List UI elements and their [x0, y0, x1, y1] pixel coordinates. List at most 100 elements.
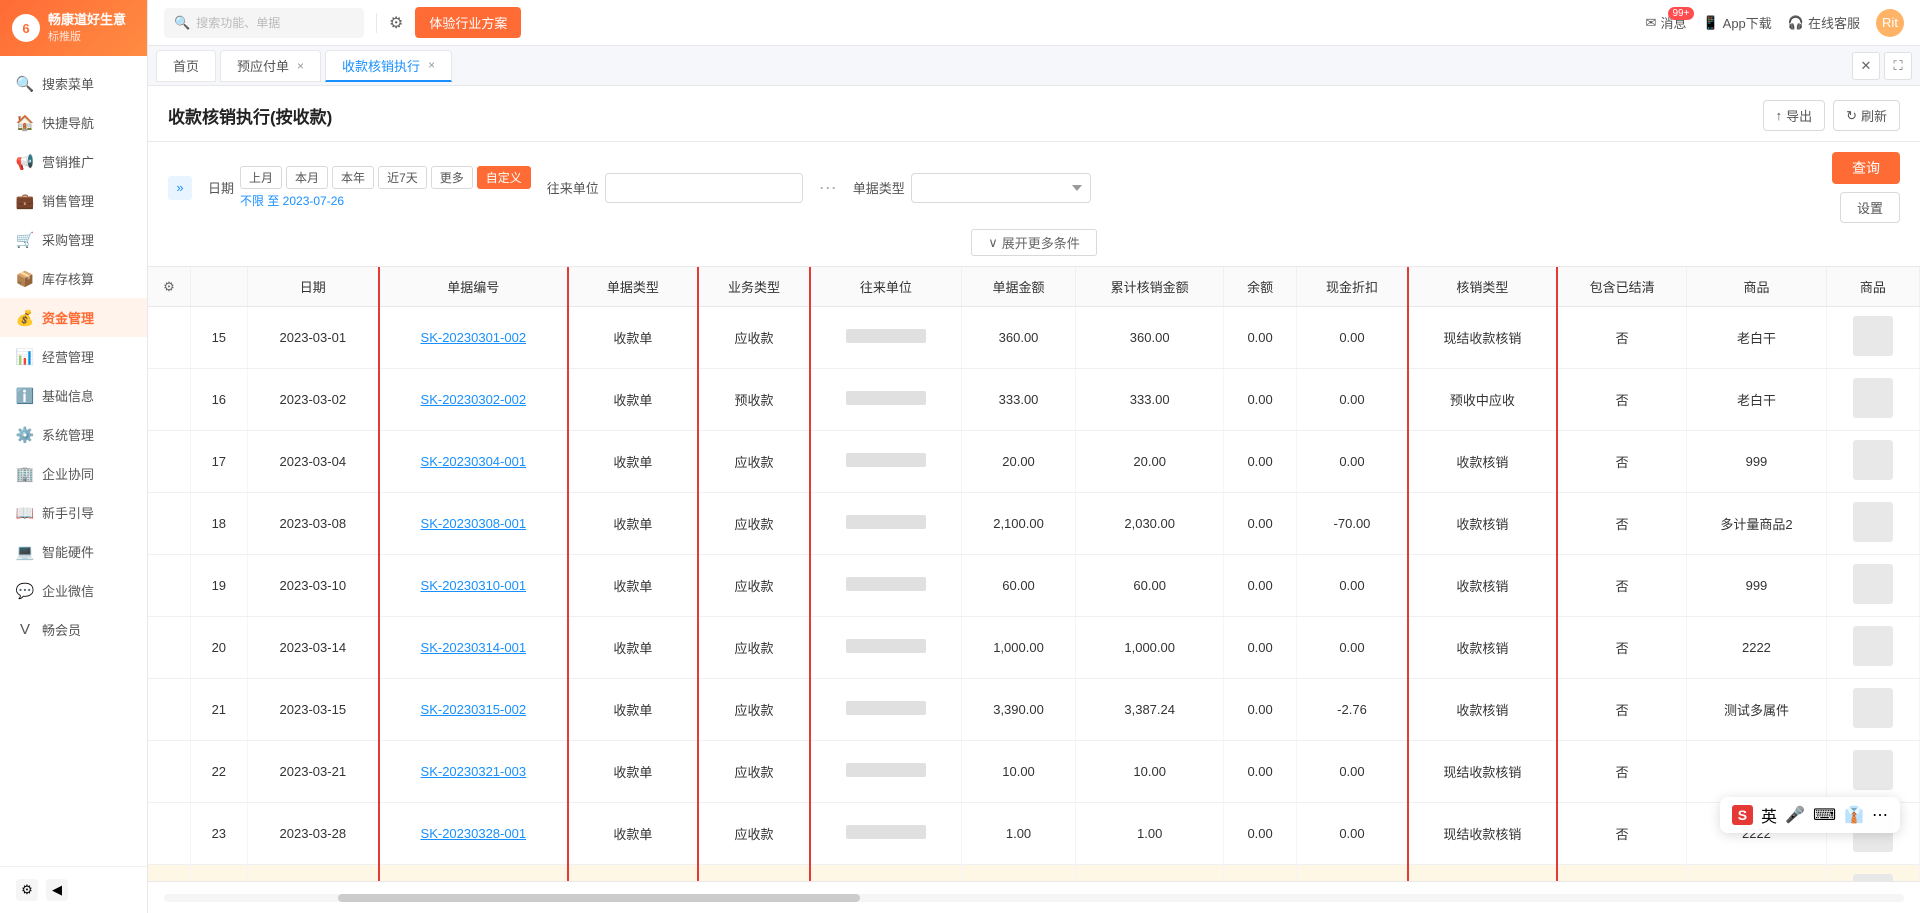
column-settings-icon[interactable]: ⚙: [160, 278, 178, 296]
table-row: 24 2023-03-28 SK-20230328-002 收款单 应收款 1.…: [148, 865, 1920, 882]
col-amount-cell: 333.00: [961, 369, 1076, 431]
custom-date-btn[interactable]: 自定义: [477, 166, 531, 189]
scroll-thumb[interactable]: [338, 894, 860, 902]
col-balance-cell: 0.00: [1224, 369, 1297, 431]
bill-no-link[interactable]: SK-20230321-003: [421, 764, 527, 779]
col-partner-cell: [810, 307, 961, 369]
expand-more-button[interactable]: ∨ 展开更多条件: [971, 229, 1097, 256]
last-7days-btn[interactable]: 近7天: [378, 166, 427, 189]
sidebar-item-label-system: 系统管理: [42, 425, 94, 444]
col-biz-type-cell: 应收款: [698, 617, 810, 679]
sidebar-item-label-basic: 基础信息: [42, 386, 94, 405]
sidebar-item-sales[interactable]: 💼 销售管理: [0, 181, 147, 220]
sidebar-item-enterprise[interactable]: 🏢 企业协同: [0, 454, 147, 493]
sidebar-item-marketing[interactable]: 📢 营销推广: [0, 142, 147, 181]
col-cash-discount-cell: 0.00: [1297, 431, 1408, 493]
ime-keyboard-icon[interactable]: ⌨: [1813, 805, 1836, 825]
partner-input[interactable]: [605, 173, 803, 203]
solution-button[interactable]: 体验行业方案: [415, 7, 521, 38]
search-input[interactable]: 🔍 搜索功能、单据: [164, 8, 364, 38]
col-goods-cell: 测试多属件: [1687, 679, 1826, 741]
table-row: 21 2023-03-15 SK-20230315-002 收款单 应收款 3,…: [148, 679, 1920, 741]
settings-icon[interactable]: ⚙: [16, 879, 38, 901]
topbar-divider: [376, 13, 377, 33]
tab-home[interactable]: 首页: [156, 50, 216, 82]
topbar-actions: ✉ 消息 99+ 📱 App下载 🎧 在线客服 Rit: [1646, 9, 1904, 37]
col-index-cell: 18: [191, 493, 248, 555]
col-balance-cell: 0.00: [1224, 865, 1297, 882]
col-bill-type-cell: 收款单: [568, 307, 699, 369]
sidebar-item-label-sales: 销售管理: [42, 191, 94, 210]
messages-action[interactable]: ✉ 消息 99+: [1646, 13, 1687, 32]
filter-dots[interactable]: ···: [819, 177, 837, 198]
bill-no-link[interactable]: SK-20230301-002: [421, 330, 527, 345]
user-avatar[interactable]: Rit: [1876, 9, 1904, 37]
sidebar-item-label-inventory: 库存核算: [42, 269, 94, 288]
filter-expand-button[interactable]: »: [168, 176, 192, 200]
app-download-action[interactable]: 📱 App下载: [1702, 13, 1771, 32]
filter-row: » 日期 上月 本月 本年 近7天 更多 自定义 不限 至 2023-07-2: [168, 152, 1900, 223]
ime-voice-icon[interactable]: 🎤: [1785, 805, 1805, 825]
ime-brand-icon: S: [1732, 805, 1753, 825]
col-include-settled-cell: 否: [1557, 431, 1687, 493]
last-month-btn[interactable]: 上月: [240, 166, 282, 189]
tab-prepay[interactable]: 预应付单×: [220, 50, 321, 82]
collapse-icon[interactable]: ◀: [46, 879, 68, 901]
content-header: 收款核销执行(按收款) ↑ 导出 ↻ 刷新: [148, 86, 1920, 142]
col-biz-type-cell: 应收款: [698, 555, 810, 617]
more-date-btn[interactable]: 更多: [431, 166, 473, 189]
sidebar-item-system[interactable]: ⚙️ 系统管理: [0, 415, 147, 454]
tab-collection[interactable]: 收款核销执行×: [325, 50, 452, 82]
horizontal-scrollbar[interactable]: [164, 894, 1904, 902]
sidebar-item-finance[interactable]: 💰 资金管理: [0, 298, 147, 337]
sidebar-item-icon-quick: 🏠: [16, 114, 34, 132]
export-button[interactable]: ↑ 导出: [1763, 100, 1826, 131]
tab-fullscreen-button[interactable]: ⛶: [1884, 52, 1912, 80]
bill-no-link[interactable]: SK-20230308-001: [421, 516, 527, 531]
sidebar-item-wechat[interactable]: 💬 企业微信: [0, 571, 147, 610]
bill-no-link[interactable]: SK-20230302-002: [421, 392, 527, 407]
col-partner-cell: [810, 741, 961, 803]
col-date-cell: 2023-03-14: [247, 617, 379, 679]
bill-no-link[interactable]: SK-20230310-001: [421, 578, 527, 593]
bill-no-link[interactable]: SK-20230328-001: [421, 826, 527, 841]
col-bill-no-cell: SK-20230302-002: [379, 369, 568, 431]
col-settings-cell: [148, 555, 191, 617]
ime-shirt-icon[interactable]: 👔: [1844, 805, 1864, 825]
bill-type-select[interactable]: [911, 173, 1091, 203]
col-cash-discount-cell: -2.76: [1297, 679, 1408, 741]
sidebar-item-inventory[interactable]: 📦 库存核算: [0, 259, 147, 298]
this-month-btn[interactable]: 本月: [286, 166, 328, 189]
col-partner-cell: [810, 431, 961, 493]
setting-button[interactable]: 设置: [1840, 192, 1900, 223]
bill-no-link[interactable]: SK-20230314-001: [421, 640, 527, 655]
col-cancel-type-cell: 收款核销: [1408, 617, 1557, 679]
tab-close-collection[interactable]: ×: [428, 58, 435, 72]
sidebar-item-guide[interactable]: 📖 新手引导: [0, 493, 147, 532]
tab-close-prepay[interactable]: ×: [297, 59, 304, 73]
gear-icon[interactable]: ⚙: [389, 13, 403, 33]
online-service-action[interactable]: 🎧 在线客服: [1788, 13, 1860, 32]
sidebar-item-hardware[interactable]: 💻 智能硬件: [0, 532, 147, 571]
bill-no-link[interactable]: SK-20230315-002: [421, 702, 527, 717]
col-balance-header: 余额: [1224, 267, 1297, 307]
sidebar-item-operation[interactable]: 📊 经营管理: [0, 337, 147, 376]
sidebar-item-quick[interactable]: 🏠 快捷导航: [0, 103, 147, 142]
sidebar-item-purchase[interactable]: 🛒 采购管理: [0, 220, 147, 259]
col-amount-cell: 1,000.00: [961, 617, 1076, 679]
col-include-settled-cell: 否: [1557, 555, 1687, 617]
tab-close-all-button[interactable]: ✕: [1852, 52, 1880, 80]
query-button[interactable]: 查询: [1832, 152, 1900, 184]
sidebar-item-basic[interactable]: ℹ️ 基础信息: [0, 376, 147, 415]
tabbar: 首页预应付单×收款核销执行× ✕ ⛶: [148, 46, 1920, 86]
col-index-cell: 19: [191, 555, 248, 617]
ime-text-icon[interactable]: 英: [1761, 803, 1777, 827]
sidebar-item-member[interactable]: V 畅会员: [0, 610, 147, 649]
refresh-button[interactable]: ↻ 刷新: [1833, 100, 1900, 131]
ime-more-icon[interactable]: ⋯: [1872, 805, 1888, 825]
sidebar-item-icon-search: 🔍: [16, 75, 34, 93]
bill-no-link[interactable]: SK-20230304-001: [421, 454, 527, 469]
sidebar-item-label-operation: 经营管理: [42, 347, 94, 366]
this-year-btn[interactable]: 本年: [332, 166, 374, 189]
sidebar-item-search[interactable]: 🔍 搜索菜单: [0, 64, 147, 103]
